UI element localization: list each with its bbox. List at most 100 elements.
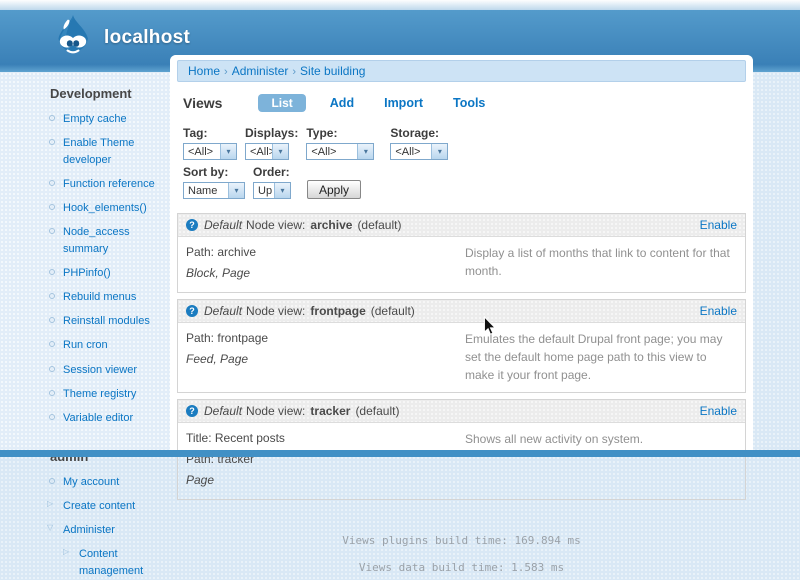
bullet-circle-icon	[49, 115, 55, 121]
storage-select[interactable]: <All> ▾	[390, 143, 449, 160]
tag-label: Tag:	[183, 126, 208, 140]
breadcrumb-administer[interactable]: Administer	[232, 64, 289, 78]
triangle-collapsed-icon[interactable]: ▷	[47, 498, 53, 510]
triangle-expanded-icon[interactable]: ▽	[47, 522, 53, 534]
tab-tools[interactable]: Tools	[453, 96, 485, 110]
type-label: Type:	[306, 126, 338, 140]
view-row-frontpage: ? Default Node view: frontpage (default)…	[177, 299, 746, 393]
sidebar-item-rebuild-menus[interactable]: Rebuild menus	[49, 289, 169, 306]
view-description: Emulates the default Drupal front page; …	[465, 332, 723, 382]
storage-label: Storage:	[390, 126, 440, 140]
breadcrumb: Home › Administer › Site building	[177, 60, 746, 82]
sidebar-item-theme-registry[interactable]: Theme registry	[49, 386, 169, 403]
sidebar-item-session-viewer[interactable]: Session viewer	[49, 362, 169, 379]
bullet-circle-icon	[49, 413, 55, 420]
apply-button[interactable]: Apply	[307, 180, 362, 199]
views-performance-stats: Views plugins build time: 169.894 ms Vie…	[177, 534, 746, 574]
bullet-circle-icon	[49, 365, 55, 372]
bullet-circle-icon	[49, 389, 55, 396]
bullet-circle-icon	[49, 477, 55, 484]
view-row-header: ? Default Node view: archive (default) E…	[178, 214, 745, 237]
plugins-build-time: Views plugins build time: 169.894 ms	[342, 534, 581, 547]
views-filters: Tag: <All> ▾ Displays: <All> ▾ Type: <Al…	[183, 126, 746, 199]
view-prefix: Default	[204, 304, 243, 318]
druplicon-logo-icon[interactable]	[53, 14, 93, 64]
tab-add[interactable]: Add	[330, 96, 354, 110]
view-description: Shows all new activity on system.	[465, 432, 644, 446]
sidebar-item-my-account[interactable]: My account	[49, 474, 169, 491]
order-select[interactable]: Up ▾	[253, 182, 291, 199]
sidebar-item-reinstall-modules[interactable]: Reinstall modules	[49, 313, 169, 330]
view-path: Path: frontpage	[186, 331, 269, 345]
displays-select[interactable]: <All> ▾	[245, 143, 289, 160]
help-icon[interactable]: ?	[186, 305, 198, 317]
view-displays: Block, Page	[186, 266, 251, 280]
bullet-circle-icon	[49, 180, 55, 187]
breadcrumb-separator: ›	[224, 66, 228, 78]
sort-by-label: Sort by:	[183, 165, 229, 179]
view-row-header: ? Default Node view: tracker (default) E…	[178, 400, 745, 423]
chevron-down-icon[interactable]: ▾	[357, 144, 374, 159]
bullet-circle-icon	[49, 269, 55, 276]
sidebar-item-function-reference[interactable]: Function reference	[49, 176, 169, 193]
sidebar-item-node-access-summary[interactable]: Node_access summary	[49, 224, 169, 258]
tab-list[interactable]: List	[258, 94, 306, 112]
top-strip	[0, 0, 800, 10]
sidebar-section-development: Development	[50, 86, 132, 101]
chevron-down-icon[interactable]: ▾	[272, 144, 288, 159]
tab-import[interactable]: Import	[384, 96, 423, 110]
sidebar-item-empty-cache[interactable]: Empty cache	[49, 111, 169, 128]
sidebar-item-enable-theme-developer[interactable]: Enable Theme developer	[49, 135, 169, 169]
sidebar-item-administer[interactable]: ▽ Administer	[47, 522, 169, 539]
breadcrumb-separator: ›	[292, 66, 297, 78]
chevron-down-icon[interactable]: ▾	[228, 183, 244, 198]
view-title: Title: Recent posts	[186, 431, 285, 445]
site-name[interactable]: localhost	[104, 27, 190, 49]
help-icon[interactable]: ?	[186, 405, 198, 417]
view-displays: Page	[186, 473, 215, 487]
view-suffix: (default)	[357, 218, 402, 232]
enable-link[interactable]: Enable	[700, 304, 737, 318]
enable-link[interactable]: Enable	[700, 404, 737, 418]
view-description: Display a list of months that link to co…	[465, 246, 730, 278]
view-prefix: Default	[204, 218, 243, 232]
chevron-down-icon[interactable]: ▾	[274, 183, 290, 198]
view-name: tracker	[310, 404, 351, 418]
footer-bar	[0, 450, 800, 457]
bullet-circle-icon	[49, 293, 55, 300]
view-suffix: (default)	[355, 404, 400, 418]
bullet-circle-icon	[49, 341, 55, 348]
enable-link[interactable]: Enable	[700, 218, 737, 232]
sidebar-item-create-content[interactable]: ▷ Create content	[47, 498, 169, 515]
view-name: archive	[310, 218, 353, 232]
content-panel: Home › Administer › Site building Views List…	[170, 55, 753, 574]
type-select[interactable]: <All> ▾	[306, 143, 375, 160]
view-prefix: Default	[204, 404, 243, 418]
view-suffix: (default)	[370, 304, 415, 318]
view-kind: Node view:	[246, 404, 306, 418]
chevron-down-icon[interactable]: ▾	[431, 144, 448, 159]
bullet-circle-icon	[49, 139, 55, 146]
view-path: Path: archive	[186, 245, 257, 259]
view-displays: Feed, Page	[186, 352, 249, 366]
tag-select[interactable]: <All> ▾	[183, 143, 237, 160]
view-kind: Node view:	[246, 304, 306, 318]
data-build-time: Views data build time: 1.583 ms	[358, 561, 565, 574]
chevron-down-icon[interactable]: ▾	[220, 144, 236, 159]
view-name: frontpage	[310, 304, 366, 318]
view-row-archive: ? Default Node view: archive (default) E…	[177, 213, 746, 293]
breadcrumb-home[interactable]: Home	[188, 64, 220, 78]
sidebar-item-hook-elements[interactable]: Hook_elements()	[49, 200, 169, 217]
sidebar-item-phpinfo[interactable]: PHPinfo()	[49, 265, 169, 282]
breadcrumb-site-building[interactable]: Site building	[300, 64, 365, 78]
triangle-collapsed-icon[interactable]: ▷	[63, 546, 69, 558]
sidebar: Development Empty cache Enable Theme dev…	[0, 72, 170, 577]
sort-by-select[interactable]: Name ▾	[183, 182, 245, 199]
help-icon[interactable]: ?	[186, 219, 198, 231]
sidebar-item-content-management[interactable]: ▷ Content management	[63, 546, 169, 580]
bullet-circle-icon	[49, 204, 55, 211]
view-row-header: ? Default Node view: frontpage (default)…	[178, 300, 745, 323]
sidebar-item-run-cron[interactable]: Run cron	[49, 337, 169, 354]
bullet-circle-icon	[49, 228, 55, 235]
sidebar-item-variable-editor[interactable]: Variable editor	[49, 410, 169, 427]
